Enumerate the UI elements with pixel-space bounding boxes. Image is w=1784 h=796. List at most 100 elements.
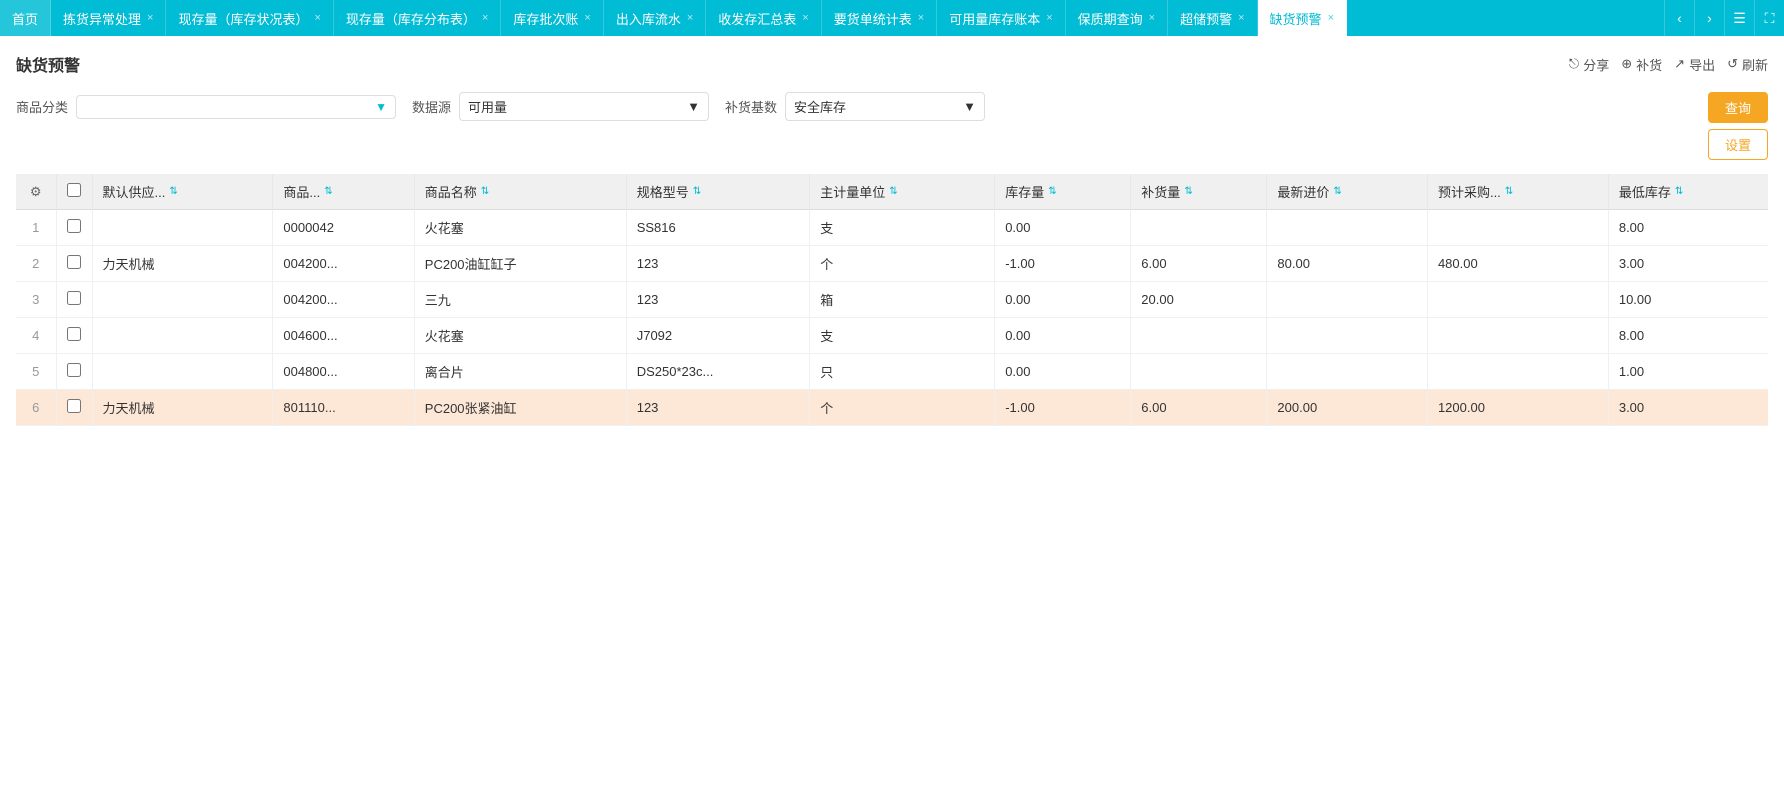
col-min-stock-header[interactable]: 最低库存 ⇅ bbox=[1608, 174, 1768, 210]
row-checkbox-5[interactable] bbox=[56, 354, 92, 390]
row-select-4[interactable] bbox=[67, 327, 81, 341]
cell-latest-price-5 bbox=[1267, 354, 1428, 390]
category-select[interactable]: ▼ bbox=[76, 95, 396, 119]
tab-overstock[interactable]: 超储预警 × bbox=[1168, 0, 1257, 36]
close-order-stats-tab[interactable]: × bbox=[918, 12, 924, 24]
replenish-btn[interactable]: ⊕ 补货 bbox=[1621, 55, 1662, 74]
cell-supplier-3 bbox=[92, 282, 273, 318]
query-button[interactable]: 查询 bbox=[1708, 92, 1768, 123]
settings-button[interactable]: 设置 bbox=[1708, 129, 1768, 160]
gear-icon[interactable]: ⚙ bbox=[30, 184, 42, 199]
export-btn[interactable]: ↗ 导出 bbox=[1674, 55, 1715, 74]
cell-est-purchase-6: 1200.00 bbox=[1427, 390, 1608, 426]
col-gear: ⚙ bbox=[16, 174, 56, 210]
fullscreen-btn[interactable]: ⛶ bbox=[1754, 0, 1784, 36]
replenish-base-select[interactable]: 安全库存 ▼ bbox=[785, 92, 985, 121]
cell-est-purchase-1 bbox=[1427, 210, 1608, 246]
refresh-btn[interactable]: ↺ 刷新 bbox=[1727, 55, 1768, 74]
close-shortage-tab[interactable]: × bbox=[1328, 12, 1334, 24]
col-latest-price-header[interactable]: 最新进价 ⇅ bbox=[1267, 174, 1428, 210]
close-available-ledger-tab[interactable]: × bbox=[1046, 12, 1052, 24]
cell-min-stock-3: 10.00 bbox=[1608, 282, 1768, 318]
row-select-1[interactable] bbox=[67, 219, 81, 233]
next-tab-btn[interactable]: › bbox=[1694, 0, 1724, 36]
close-in-out-flow-tab[interactable]: × bbox=[687, 12, 693, 24]
cell-product-id-6: 801110... bbox=[273, 390, 414, 426]
cell-min-stock-2: 3.00 bbox=[1608, 246, 1768, 282]
filter-groups: 商品分类 ▼ 数据源 可用量 ▼ 补货基数 安全库存 ▼ bbox=[16, 92, 1692, 121]
category-label: 商品分类 bbox=[16, 97, 68, 116]
tab-in-out-flow[interactable]: 出入库流水 × bbox=[604, 0, 706, 36]
tab-batch-account[interactable]: 库存批次账 × bbox=[501, 0, 603, 36]
cell-stock-5: 0.00 bbox=[995, 354, 1131, 390]
tab-exception[interactable]: 拣货异常处理 × bbox=[51, 0, 166, 36]
row-select-2[interactable] bbox=[67, 255, 81, 269]
row-checkbox-1[interactable] bbox=[56, 210, 92, 246]
col-product-name-header[interactable]: 商品名称 ⇅ bbox=[414, 174, 626, 210]
prev-tab-btn[interactable]: ‹ bbox=[1664, 0, 1694, 36]
cell-product-name-4: 火花塞 bbox=[414, 318, 626, 354]
row-select-3[interactable] bbox=[67, 291, 81, 305]
tab-receive-summary[interactable]: 收发存汇总表 × bbox=[706, 0, 821, 36]
data-table: ⚙ 默认供应... ⇅ 商品... ⇅ bbox=[16, 174, 1768, 426]
col-product-id-header[interactable]: 商品... ⇅ bbox=[273, 174, 414, 210]
tab-order-stats[interactable]: 要货单统计表 × bbox=[822, 0, 937, 36]
header-actions: ⎋ 分享 ⊕ 补货 ↗ 导出 ↺ 刷新 bbox=[1569, 55, 1768, 74]
col-spec-header[interactable]: 规格型号 ⇅ bbox=[626, 174, 809, 210]
cell-spec-2: 123 bbox=[626, 246, 809, 282]
row-checkbox-3[interactable] bbox=[56, 282, 92, 318]
refresh-icon: ↺ bbox=[1727, 56, 1738, 72]
close-stock-status-tab[interactable]: × bbox=[314, 12, 320, 24]
table-header-row: ⚙ 默认供应... ⇅ 商品... ⇅ bbox=[16, 174, 1768, 210]
datasource-select[interactable]: 可用量 ▼ bbox=[459, 92, 709, 121]
row-checkbox-2[interactable] bbox=[56, 246, 92, 282]
sort-latest-price-icon: ⇅ bbox=[1333, 186, 1341, 197]
page-header: 缺货预警 ⎋ 分享 ⊕ 补货 ↗ 导出 ↺ 刷新 bbox=[16, 52, 1768, 76]
row-checkbox-6[interactable] bbox=[56, 390, 92, 426]
close-receive-summary-tab[interactable]: × bbox=[802, 12, 808, 24]
export-icon: ↗ bbox=[1674, 56, 1685, 72]
nav-controls: ‹ › ☰ ⛶ bbox=[1664, 0, 1784, 36]
cell-stock-4: 0.00 bbox=[995, 318, 1131, 354]
row-num-1: 1 bbox=[16, 210, 56, 246]
col-est-purchase-header[interactable]: 预计采购... ⇅ bbox=[1427, 174, 1608, 210]
cell-min-stock-1: 8.00 bbox=[1608, 210, 1768, 246]
sort-product-id-icon: ⇅ bbox=[324, 186, 332, 197]
tab-menu-btn[interactable]: ☰ bbox=[1724, 0, 1754, 36]
row-checkbox-4[interactable] bbox=[56, 318, 92, 354]
tab-shortage[interactable]: 缺货预警 × bbox=[1258, 0, 1347, 36]
tab-expiry-query[interactable]: 保质期查询 × bbox=[1066, 0, 1168, 36]
cell-latest-price-3 bbox=[1267, 282, 1428, 318]
table-row: 6 力天机械 801110... PC200张紧油缸 123 个 -1.00 6… bbox=[16, 390, 1768, 426]
row-select-5[interactable] bbox=[67, 363, 81, 377]
close-exception-tab[interactable]: × bbox=[147, 12, 153, 24]
datasource-dropdown-arrow: ▼ bbox=[687, 99, 700, 114]
cell-min-stock-6: 3.00 bbox=[1608, 390, 1768, 426]
tab-stock-status[interactable]: 现存量（库存状况表） × bbox=[166, 0, 333, 36]
cell-stock-6: -1.00 bbox=[995, 390, 1131, 426]
tab-home[interactable]: 首页 bbox=[0, 0, 51, 36]
tab-stock-dist[interactable]: 现存量（库存分布表） × bbox=[334, 0, 501, 36]
table-row: 1 0000042 火花塞 SS816 支 0.00 8.00 bbox=[16, 210, 1768, 246]
datasource-filter-group: 数据源 可用量 ▼ bbox=[412, 92, 709, 121]
col-supplier-header[interactable]: 默认供应... ⇅ bbox=[92, 174, 273, 210]
col-stock-header[interactable]: 库存量 ⇅ bbox=[995, 174, 1131, 210]
col-replenish-qty-header[interactable]: 补货量 ⇅ bbox=[1131, 174, 1267, 210]
close-stock-dist-tab[interactable]: × bbox=[482, 12, 488, 24]
cell-spec-6: 123 bbox=[626, 390, 809, 426]
close-overstock-tab[interactable]: × bbox=[1238, 12, 1244, 24]
cell-spec-5: DS250*23c... bbox=[626, 354, 809, 390]
col-unit-header[interactable]: 主计量单位 ⇅ bbox=[810, 174, 995, 210]
cell-replenish-qty-2: 6.00 bbox=[1131, 246, 1267, 282]
cell-unit-4: 支 bbox=[810, 318, 995, 354]
row-select-6[interactable] bbox=[67, 399, 81, 413]
select-all-checkbox[interactable] bbox=[67, 183, 81, 197]
share-btn[interactable]: ⎋ 分享 bbox=[1569, 55, 1609, 74]
cell-est-purchase-2: 480.00 bbox=[1427, 246, 1608, 282]
cell-est-purchase-4 bbox=[1427, 318, 1608, 354]
tab-available-ledger[interactable]: 可用量库存账本 × bbox=[937, 0, 1065, 36]
share-icon: ⎋ bbox=[1569, 56, 1579, 72]
close-batch-account-tab[interactable]: × bbox=[584, 12, 590, 24]
close-expiry-query-tab[interactable]: × bbox=[1149, 12, 1155, 24]
cell-stock-2: -1.00 bbox=[995, 246, 1131, 282]
